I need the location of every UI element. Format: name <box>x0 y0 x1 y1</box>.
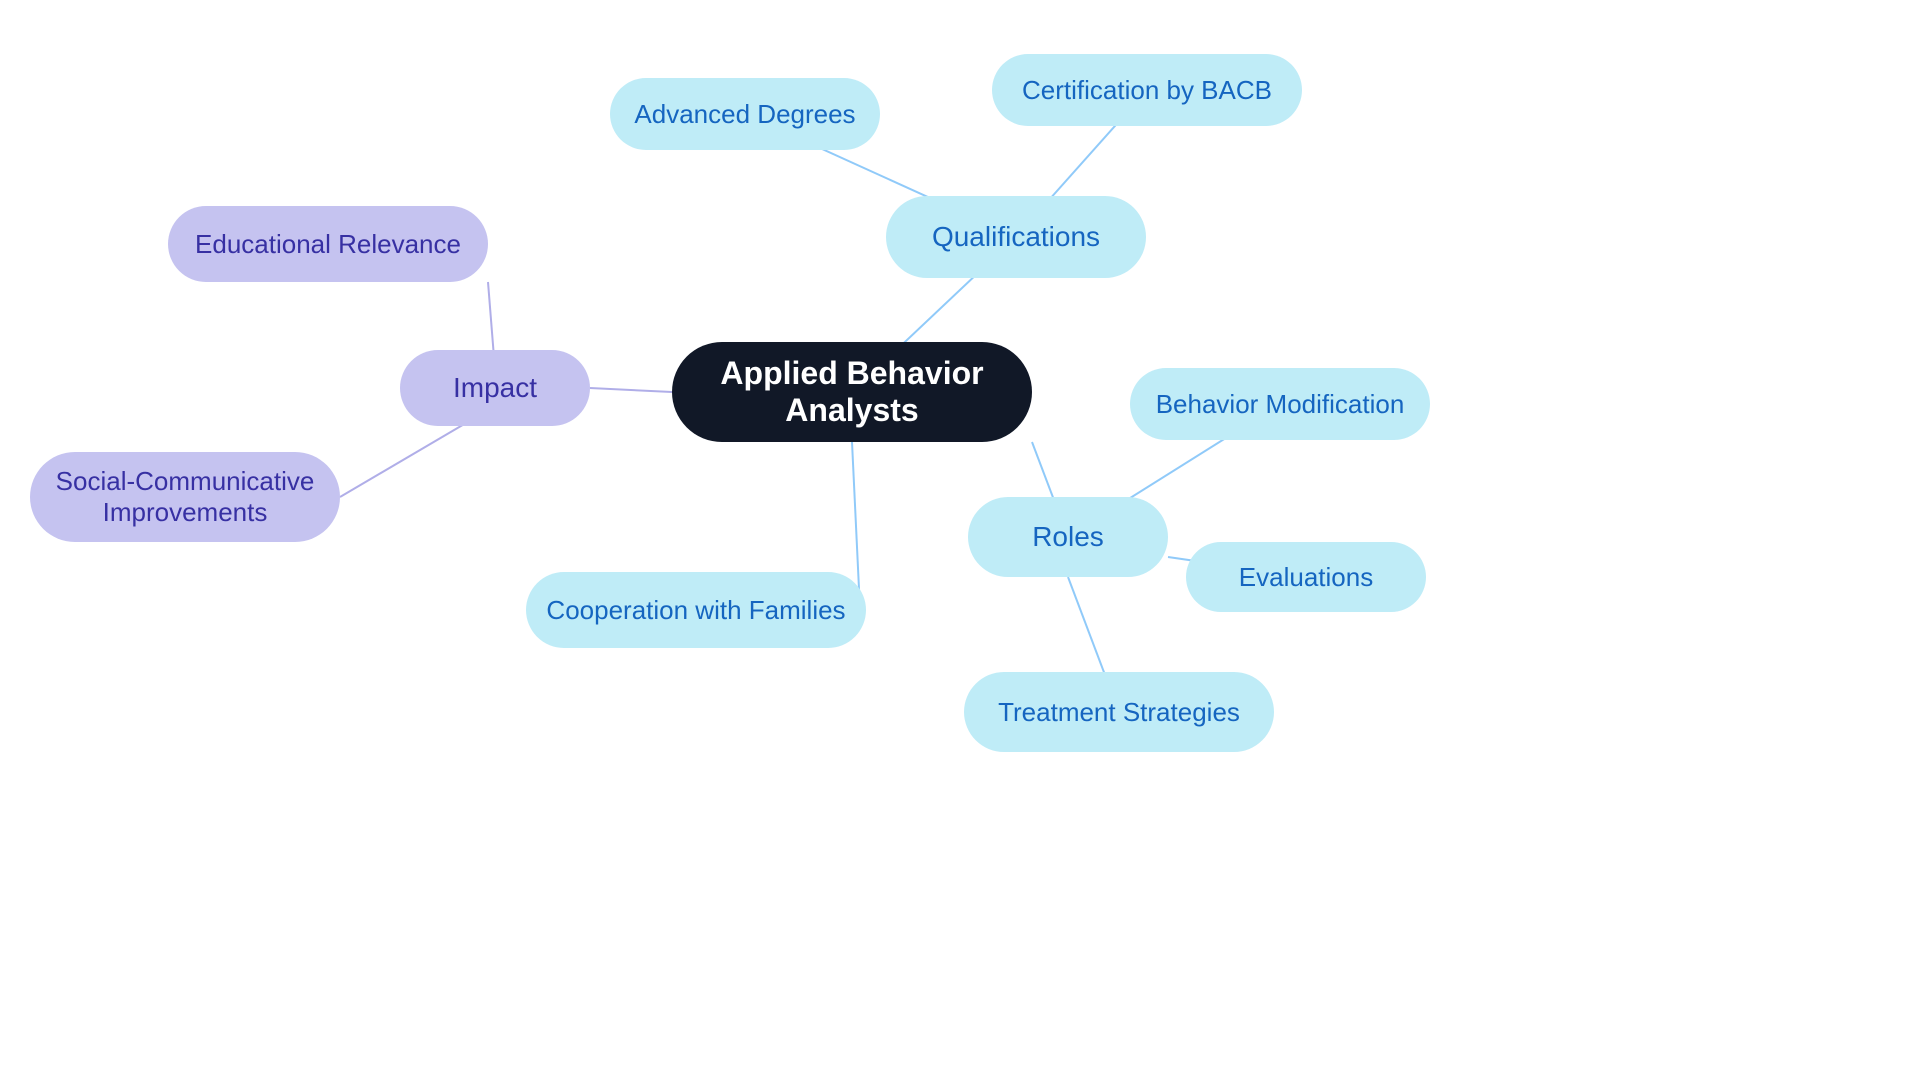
advanced-degrees-label: Advanced Degrees <box>634 99 855 130</box>
certification-label: Certification by BACB <box>1022 75 1272 106</box>
qualifications-node: Qualifications <box>886 196 1146 278</box>
advanced-degrees-node: Advanced Degrees <box>610 78 880 150</box>
center-node: Applied Behavior Analysts <box>672 342 1032 442</box>
evaluations-node: Evaluations <box>1186 542 1426 612</box>
evaluations-label: Evaluations <box>1239 562 1373 593</box>
behavior-modification-node: Behavior Modification <box>1130 368 1430 440</box>
qualifications-label: Qualifications <box>932 221 1100 253</box>
roles-label: Roles <box>1032 521 1104 553</box>
behavior-modification-label: Behavior Modification <box>1156 389 1405 420</box>
educational-relevance-node: Educational Relevance <box>168 206 488 282</box>
certification-node: Certification by BACB <box>992 54 1302 126</box>
cooperation-node: Cooperation with Families <box>526 572 866 648</box>
impact-label: Impact <box>453 372 537 404</box>
roles-node: Roles <box>968 497 1168 577</box>
center-label: Applied Behavior Analysts <box>672 355 1032 429</box>
educational-relevance-label: Educational Relevance <box>195 229 461 260</box>
treatment-strategies-node: Treatment Strategies <box>964 672 1274 752</box>
social-communicative-node: Social-Communicative Improvements <box>30 452 340 542</box>
social-communicative-label: Social-Communicative Improvements <box>30 466 340 528</box>
cooperation-label: Cooperation with Families <box>546 595 845 626</box>
impact-node: Impact <box>400 350 590 426</box>
treatment-strategies-label: Treatment Strategies <box>998 697 1240 728</box>
